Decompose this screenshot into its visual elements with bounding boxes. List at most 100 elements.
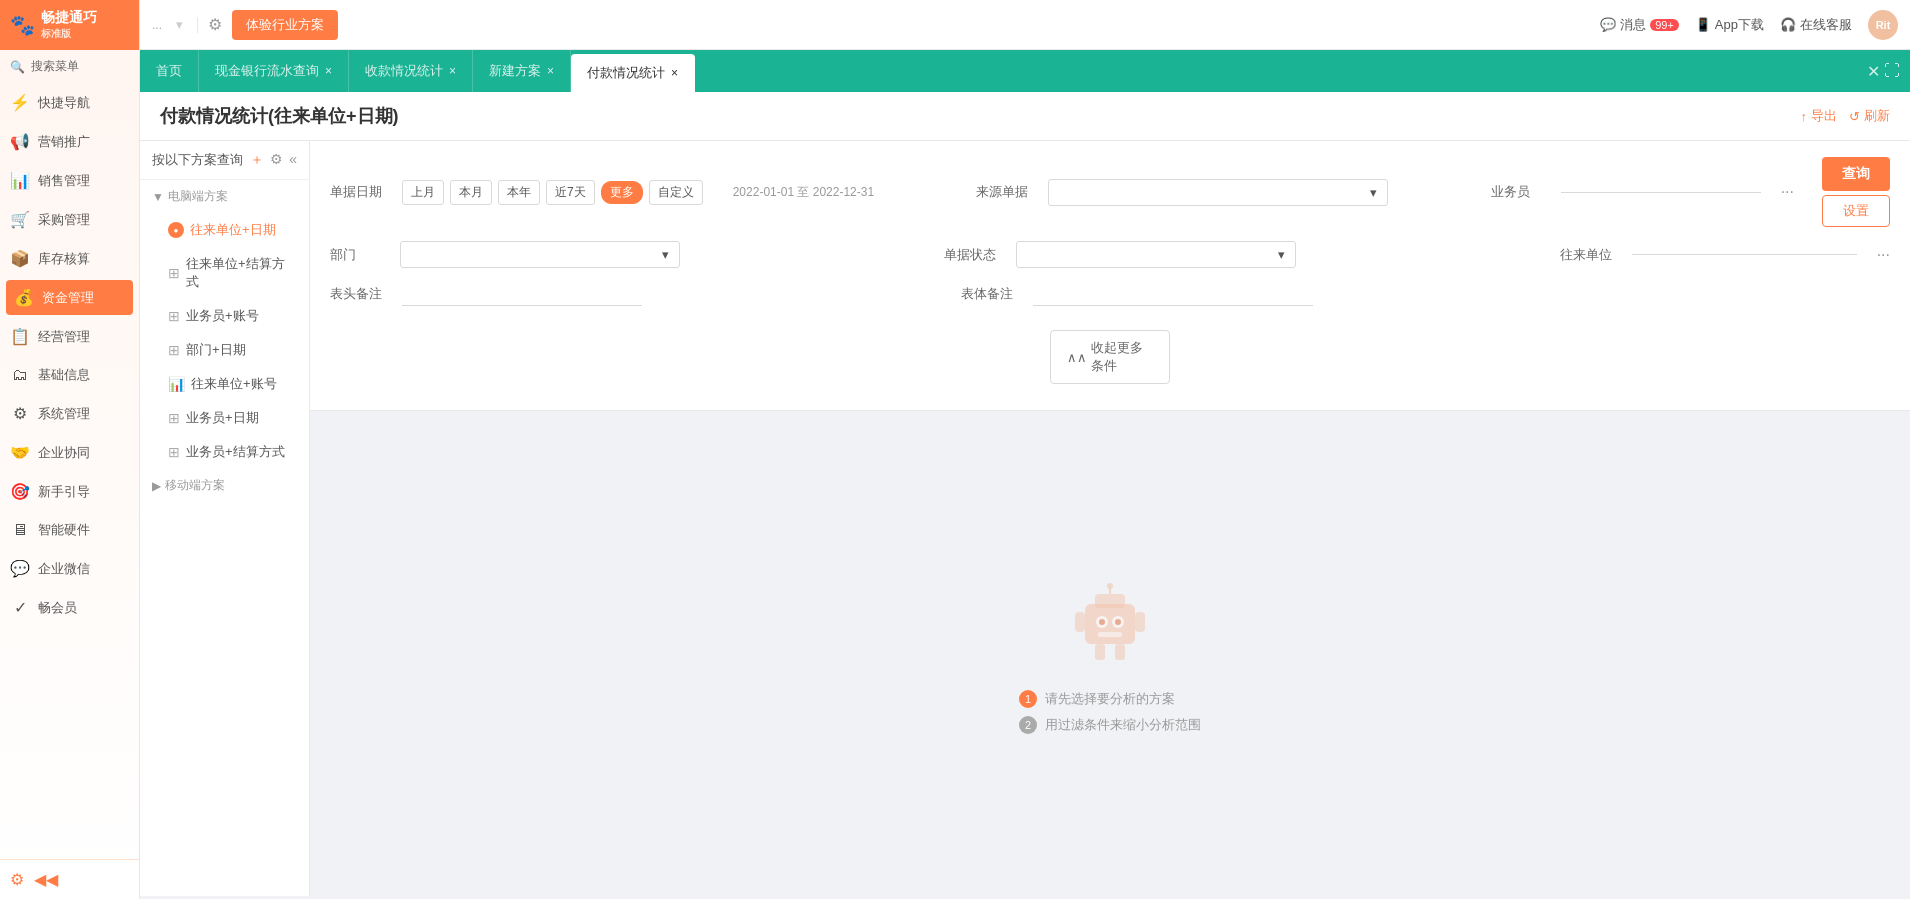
tab-collection-stats[interactable]: 收款情况统计 × [349, 50, 473, 92]
scheme-item-label: 业务员+结算方式 [186, 443, 285, 461]
filter-row-3: 表头备注 表体备注 [330, 282, 1890, 306]
doc-status-select[interactable]: ▾ [1016, 241, 1296, 268]
sidebar-item-operation[interactable]: 📋 经营管理 [0, 317, 139, 356]
scheme-icon-6: ⊞ [168, 444, 180, 460]
page-header: 付款情况统计(往来单位+日期) ↑ 导出 ↺ 刷新 [140, 92, 1910, 141]
doc-status-label: 单据状态 [944, 246, 996, 264]
scheme-item-salesman-settle[interactable]: ⊞ 业务员+结算方式 [140, 435, 309, 469]
sidebar-item-quick-nav[interactable]: ⚡ 快捷导航 [0, 83, 139, 122]
trial-btn[interactable]: 体验行业方案 [232, 10, 338, 40]
scheme-item-dept-date[interactable]: ⊞ 部门+日期 [140, 333, 309, 367]
tab-collection-stats-close[interactable]: × [449, 64, 456, 78]
scheme-icon-5: ⊞ [168, 410, 180, 426]
sidebar-item-purchase[interactable]: 🛒 采购管理 [0, 200, 139, 239]
scheme-item-partner-date[interactable]: ● 往来单位+日期 [140, 213, 309, 247]
tip-num-1: 1 [1019, 690, 1037, 708]
robot-illustration [1060, 574, 1160, 674]
tab-payment-stats[interactable]: 付款情况统计 × [571, 54, 695, 92]
window-close-btn[interactable]: ✕ [1867, 62, 1880, 81]
tab-new-scheme[interactable]: 新建方案 × [473, 50, 571, 92]
logo-text: 畅捷通巧 [41, 9, 97, 27]
window-btns: ✕ ⛶ [1857, 62, 1910, 81]
scheme-collapse-btn[interactable]: « [289, 151, 297, 169]
tip-text-2: 用过滤条件来缩小分析范围 [1045, 716, 1201, 734]
export-btn[interactable]: ↑ 导出 [1801, 107, 1838, 125]
dept-select[interactable]: ▾ [400, 241, 680, 268]
avatar[interactable]: Rit [1868, 10, 1898, 40]
message-label: 消息 [1620, 16, 1646, 34]
scheme-item-partner-settle[interactable]: ⊞ 往来单位+结算方式 [140, 247, 309, 299]
topbar-settings-icon[interactable]: ⚙ [208, 15, 222, 34]
sidebar-item-hardware[interactable]: 🖥 智能硬件 [0, 511, 139, 549]
vip-icon: ✓ [10, 598, 30, 617]
settings-config-btn[interactable]: 设置 [1822, 195, 1890, 227]
scheme-item-label: 业务员+日期 [186, 409, 259, 427]
footer-settings-btn[interactable]: ⚙ [10, 870, 24, 889]
search-label: 搜索菜单 [31, 58, 79, 75]
scheme-settings-btn[interactable]: ⚙ [270, 151, 283, 169]
footer-collapse-btn[interactable]: ◀◀ [34, 870, 58, 889]
refresh-btn[interactable]: ↺ 刷新 [1849, 107, 1890, 125]
scheme-item-salesman-date[interactable]: ⊞ 业务员+日期 [140, 401, 309, 435]
scheme-item-label: 往来单位+结算方式 [186, 255, 297, 291]
tab-home[interactable]: 首页 [140, 50, 199, 92]
sidebar-item-wechat[interactable]: 💬 企业微信 [0, 549, 139, 588]
date-btn-this-month[interactable]: 本月 [450, 180, 492, 205]
source-select[interactable]: ▾ [1048, 179, 1388, 206]
scheme-group-mobile[interactable]: ▶ 移动端方案 [140, 469, 309, 502]
sidebar-item-sales[interactable]: 📊 销售管理 [0, 161, 139, 200]
date-btn-last-month[interactable]: 上月 [402, 180, 444, 205]
sidebar-item-label: 畅会员 [38, 599, 77, 617]
dept-chevron-icon: ▾ [662, 247, 669, 262]
sidebar-item-marketing[interactable]: 📢 营销推广 [0, 122, 139, 161]
online-service-btn[interactable]: 🎧 在线客服 [1780, 16, 1852, 34]
topbar: ... ▾ ⚙ 体验行业方案 💬 消息 99+ 📱 App下载 🎧 在线客服 R… [140, 0, 1910, 50]
scheme-header-label: 按以下方案查询 [152, 151, 243, 169]
date-btn-more[interactable]: 更多 [601, 181, 643, 204]
page-actions: ↑ 导出 ↺ 刷新 [1801, 107, 1891, 125]
scheme-item-partner-account[interactable]: 📊 往来单位+账号 [140, 367, 309, 401]
partner-label: 往来单位 [1560, 246, 1612, 264]
scheme-add-btn[interactable]: ＋ [250, 151, 264, 169]
logo-sub: 标准版 [41, 27, 97, 41]
tab-payment-stats-label: 付款情况统计 [587, 64, 665, 82]
sidebar-item-fund[interactable]: 💰 资金管理 [6, 280, 133, 315]
topbar-right: 💬 消息 99+ 📱 App下载 🎧 在线客服 Rit [1600, 10, 1898, 40]
sidebar-item-label: 库存核算 [38, 250, 90, 268]
sidebar-item-vip[interactable]: ✓ 畅会员 [0, 588, 139, 627]
sidebar-item-basic[interactable]: 🗂 基础信息 [0, 356, 139, 394]
tab-bank-flow[interactable]: 现金银行流水查询 × [199, 50, 349, 92]
svg-rect-6 [1098, 632, 1122, 637]
window-maximize-btn[interactable]: ⛶ [1884, 62, 1900, 81]
sidebar-item-guide[interactable]: 🎯 新手引导 [0, 472, 139, 511]
sidebar-search[interactable]: 🔍 搜索菜单 [0, 50, 139, 83]
quick-nav-icon: ⚡ [10, 93, 30, 112]
sidebar-item-inventory[interactable]: 📦 库存核算 [0, 239, 139, 278]
svg-point-5 [1115, 619, 1121, 625]
date-label: 单据日期 [330, 183, 382, 201]
date-btn-this-year[interactable]: 本年 [498, 180, 540, 205]
date-btn-7days[interactable]: 近7天 [546, 180, 595, 205]
tab-payment-stats-close[interactable]: × [671, 66, 678, 80]
sidebar-item-system[interactable]: ⚙ 系统管理 [0, 394, 139, 433]
sidebar-nav: ⚡ 快捷导航 📢 营销推广 📊 销售管理 🛒 采购管理 📦 库存核算 💰 资金管… [0, 83, 139, 859]
scheme-item-salesman-account[interactable]: ⊞ 业务员+账号 [140, 299, 309, 333]
app-download-btn[interactable]: 📱 App下载 [1695, 16, 1764, 34]
tab-collection-stats-label: 收款情况统计 [365, 62, 443, 80]
message-btn[interactable]: 💬 消息 99+ [1600, 16, 1679, 34]
guide-icon: 🎯 [10, 482, 30, 501]
scheme-group-desktop[interactable]: ▼ 电脑端方案 [140, 180, 309, 213]
active-scheme-icon: ● [168, 222, 184, 238]
tab-bank-flow-close[interactable]: × [325, 64, 332, 78]
empty-state: 1 请先选择要分析的方案 2 用过滤条件来缩小分析范围 [310, 411, 1910, 896]
collapse-more-btn[interactable]: ∧∧ 收起更多条件 [1050, 330, 1170, 384]
topbar-divider [197, 17, 198, 33]
date-btn-custom[interactable]: 自定义 [649, 180, 703, 205]
sidebar-item-enterprise[interactable]: 🤝 企业协同 [0, 433, 139, 472]
partner-dots[interactable]: ··· [1877, 246, 1890, 264]
date-range: 2022-01-01 至 2022-12-31 [733, 184, 874, 201]
source-label: 来源单据 [976, 183, 1028, 201]
query-btn[interactable]: 查询 [1822, 157, 1890, 191]
tab-new-scheme-close[interactable]: × [547, 64, 554, 78]
salesman-dots[interactable]: ··· [1781, 183, 1794, 201]
